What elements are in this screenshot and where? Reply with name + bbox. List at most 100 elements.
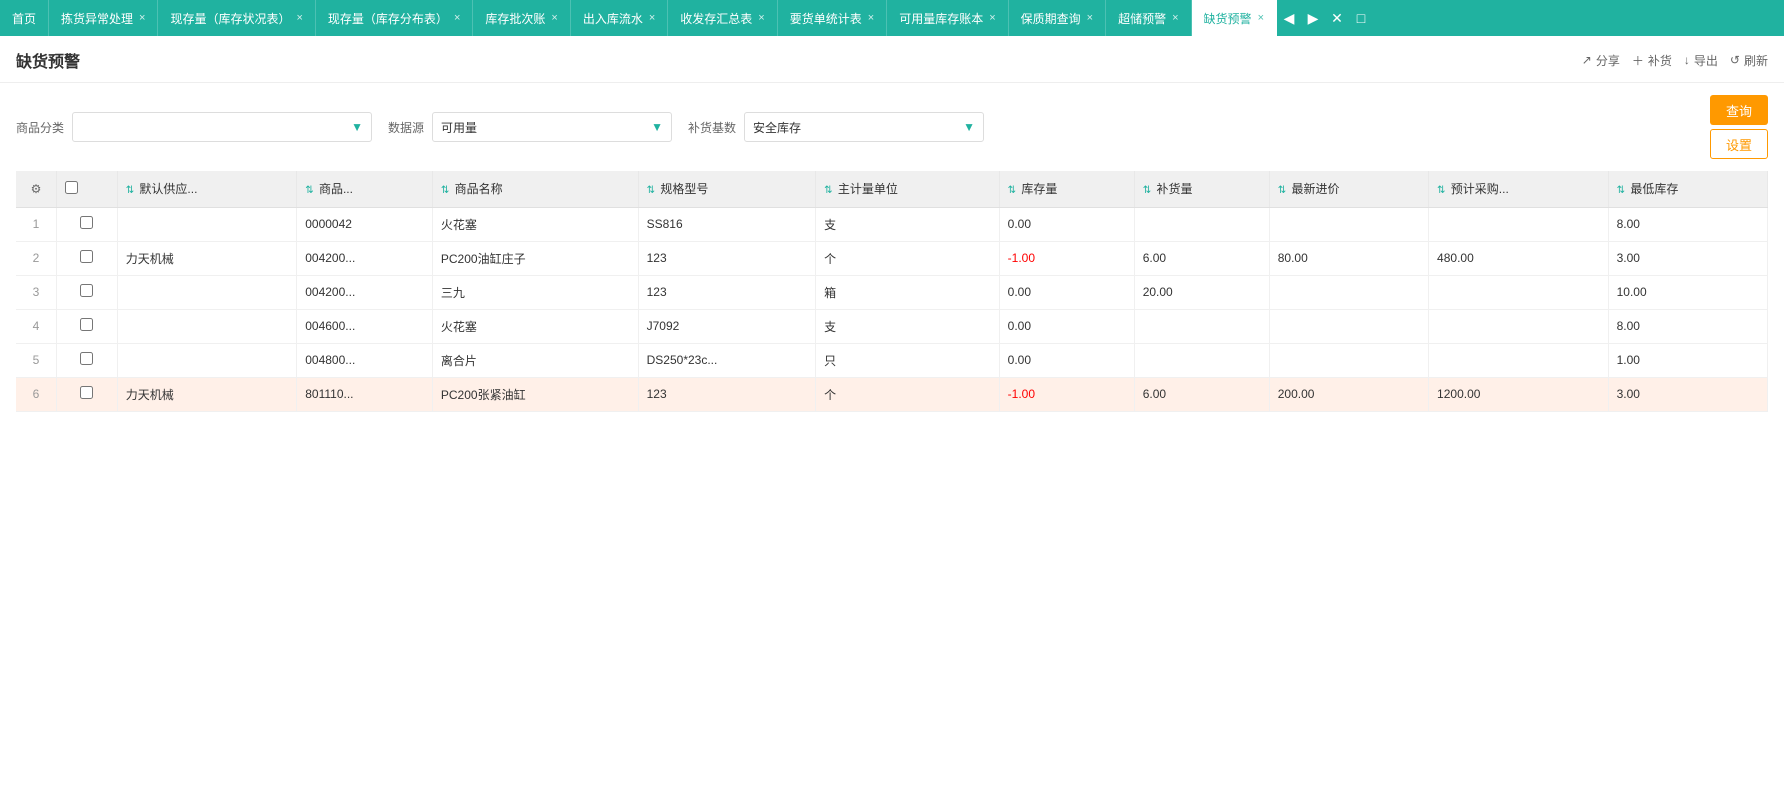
col-settings[interactable]: ⚙ xyxy=(16,171,57,207)
tab-inventory-dist[interactable]: 现存量（库存分布表） × xyxy=(316,0,473,36)
tab-home[interactable]: 首页 xyxy=(0,0,49,36)
row-spec: DS250*23c... xyxy=(638,343,815,377)
select-all-checkbox[interactable] xyxy=(65,181,78,194)
row-checkbox-cell[interactable] xyxy=(57,275,118,309)
tab-shortage[interactable]: 缺货预警 × xyxy=(1192,0,1277,36)
data-table: ⚙ ⇅ 默认供应... ⇅ 商品... ⇅ 商品名称 xyxy=(16,171,1768,412)
row-number: 6 xyxy=(16,377,57,411)
refresh-button[interactable]: ↺ 刷新 xyxy=(1730,52,1768,69)
row-supplier xyxy=(117,309,297,343)
row-unit: 箱 xyxy=(816,275,1000,309)
sort-icon-min-stock: ⇅ xyxy=(1617,185,1625,196)
tab-close-inventory-status[interactable]: × xyxy=(296,12,302,24)
row-checkbox-cell[interactable] xyxy=(57,377,118,411)
row-checkbox[interactable] xyxy=(80,352,93,365)
row-unit: 支 xyxy=(816,207,1000,241)
row-supplier xyxy=(117,207,297,241)
datasource-value: 可用量 xyxy=(441,119,477,136)
row-checkbox[interactable] xyxy=(80,284,93,297)
tab-close-demand-stats[interactable]: × xyxy=(868,12,874,24)
row-checkbox-cell[interactable] xyxy=(57,309,118,343)
col-replenish[interactable]: ⇅ 补货量 xyxy=(1134,171,1269,207)
share-button[interactable]: ↗ 分享 xyxy=(1582,52,1620,69)
tab-demand-stats[interactable]: 要货单统计表 × xyxy=(778,0,887,36)
tab-close-exception[interactable]: × xyxy=(139,12,145,24)
row-min-stock: 8.00 xyxy=(1608,309,1767,343)
filter-bar: 商品分类 ▼ 数据源 可用量 ▼ 补货基数 安全库存 ▼ 查询 设置 xyxy=(0,83,1784,171)
datasource-label: 数据源 xyxy=(388,119,424,136)
col-code[interactable]: ⇅ 商品... xyxy=(297,171,433,207)
tab-close-expiry-query[interactable]: × xyxy=(1087,12,1093,24)
row-checkbox[interactable] xyxy=(80,386,93,399)
replenish-button[interactable]: ＋ 补货 xyxy=(1632,52,1672,69)
row-checkbox-cell[interactable] xyxy=(57,241,118,275)
tab-available-ledger[interactable]: 可用量库存账本 × xyxy=(887,0,1008,36)
row-spec: 123 xyxy=(638,275,815,309)
tab-overstock[interactable]: 超储预警 × xyxy=(1106,0,1191,36)
row-code: 0000042 xyxy=(297,207,433,241)
row-min-stock: 3.00 xyxy=(1608,377,1767,411)
page-title: 缺货预警 xyxy=(16,48,80,72)
tab-nav-fullscreen[interactable]: □ xyxy=(1349,0,1373,36)
table-row: 2 力天机械 004200... PC200油缸庄子 123 个 -1.00 6… xyxy=(16,241,1768,275)
tab-collect-total[interactable]: 收发存汇总表 × xyxy=(668,0,777,36)
tab-nav-close[interactable]: ✕ xyxy=(1325,0,1349,36)
row-code: 004200... xyxy=(297,241,433,275)
col-unit[interactable]: ⇅ 主计量单位 xyxy=(816,171,1000,207)
tab-nav-prev[interactable]: ◀ xyxy=(1277,0,1301,36)
table-row: 1 0000042 火花塞 SS816 支 0.00 8.00 xyxy=(16,207,1768,241)
refresh-icon: ↺ xyxy=(1730,53,1740,67)
settings-button[interactable]: 设置 xyxy=(1710,129,1768,159)
row-unit: 个 xyxy=(816,377,1000,411)
sort-icon-latest-price: ⇅ xyxy=(1278,185,1286,196)
sort-icon-supplier: ⇅ xyxy=(126,185,134,196)
col-supplier[interactable]: ⇅ 默认供应... xyxy=(117,171,297,207)
row-name: 火花塞 xyxy=(432,207,638,241)
row-supplier: 力天机械 xyxy=(117,377,297,411)
col-name[interactable]: ⇅ 商品名称 xyxy=(432,171,638,207)
replenish-base-select[interactable]: 安全库存 ▼ xyxy=(744,112,984,142)
row-number: 4 xyxy=(16,309,57,343)
tab-close-collect-total[interactable]: × xyxy=(758,12,764,24)
filter-actions: 查询 设置 xyxy=(1710,95,1768,159)
query-button[interactable]: 查询 xyxy=(1710,95,1768,125)
sort-icon-code: ⇅ xyxy=(305,185,313,196)
row-checkbox-cell[interactable] xyxy=(57,207,118,241)
tab-expiry-query[interactable]: 保质期查询 × xyxy=(1009,0,1106,36)
tab-close-inout-flow[interactable]: × xyxy=(649,12,655,24)
tab-exception[interactable]: 拣货异常处理 × xyxy=(49,0,158,36)
col-stock[interactable]: ⇅ 库存量 xyxy=(999,171,1134,207)
page-header: 缺货预警 ↗ 分享 ＋ 补货 ↓ 导出 ↺ 刷新 xyxy=(0,36,1784,83)
row-code: 004600... xyxy=(297,309,433,343)
replenish-base-filter-group: 补货基数 安全库存 ▼ xyxy=(688,112,984,142)
col-est-purchase[interactable]: ⇅ 预计采购... xyxy=(1429,171,1609,207)
row-name: 火花塞 xyxy=(432,309,638,343)
col-spec[interactable]: ⇅ 规格型号 xyxy=(638,171,815,207)
row-checkbox[interactable] xyxy=(80,216,93,229)
row-name: PC200张紧油缸 xyxy=(432,377,638,411)
datasource-select[interactable]: 可用量 ▼ xyxy=(432,112,672,142)
export-button[interactable]: ↓ 导出 xyxy=(1684,52,1718,69)
tab-close-available-ledger[interactable]: × xyxy=(989,12,995,24)
sort-icon-est-purchase: ⇅ xyxy=(1437,185,1445,196)
tab-close-overstock[interactable]: × xyxy=(1172,12,1178,24)
row-latest-price: 200.00 xyxy=(1269,377,1428,411)
row-est-purchase: 1200.00 xyxy=(1429,377,1609,411)
col-latest-price[interactable]: ⇅ 最新进价 xyxy=(1269,171,1428,207)
datasource-dropdown-icon: ▼ xyxy=(651,120,663,134)
row-replenish xyxy=(1134,207,1269,241)
tab-close-batch-account[interactable]: × xyxy=(551,12,557,24)
tab-close-shortage[interactable]: × xyxy=(1258,12,1264,24)
row-number: 1 xyxy=(16,207,57,241)
category-select[interactable]: ▼ xyxy=(72,112,372,142)
col-min-stock[interactable]: ⇅ 最低库存 xyxy=(1608,171,1767,207)
row-checkbox[interactable] xyxy=(80,250,93,263)
tab-inventory-status[interactable]: 现存量（库存状况表） × xyxy=(158,0,315,36)
tab-close-inventory-dist[interactable]: × xyxy=(454,12,460,24)
tab-batch-account[interactable]: 库存批次账 × xyxy=(473,0,570,36)
tab-inout-flow[interactable]: 出入库流水 × xyxy=(571,0,668,36)
row-checkbox-cell[interactable] xyxy=(57,343,118,377)
row-checkbox[interactable] xyxy=(80,318,93,331)
column-settings-icon[interactable]: ⚙ xyxy=(24,177,48,201)
tab-nav-next[interactable]: ▶ xyxy=(1301,0,1325,36)
